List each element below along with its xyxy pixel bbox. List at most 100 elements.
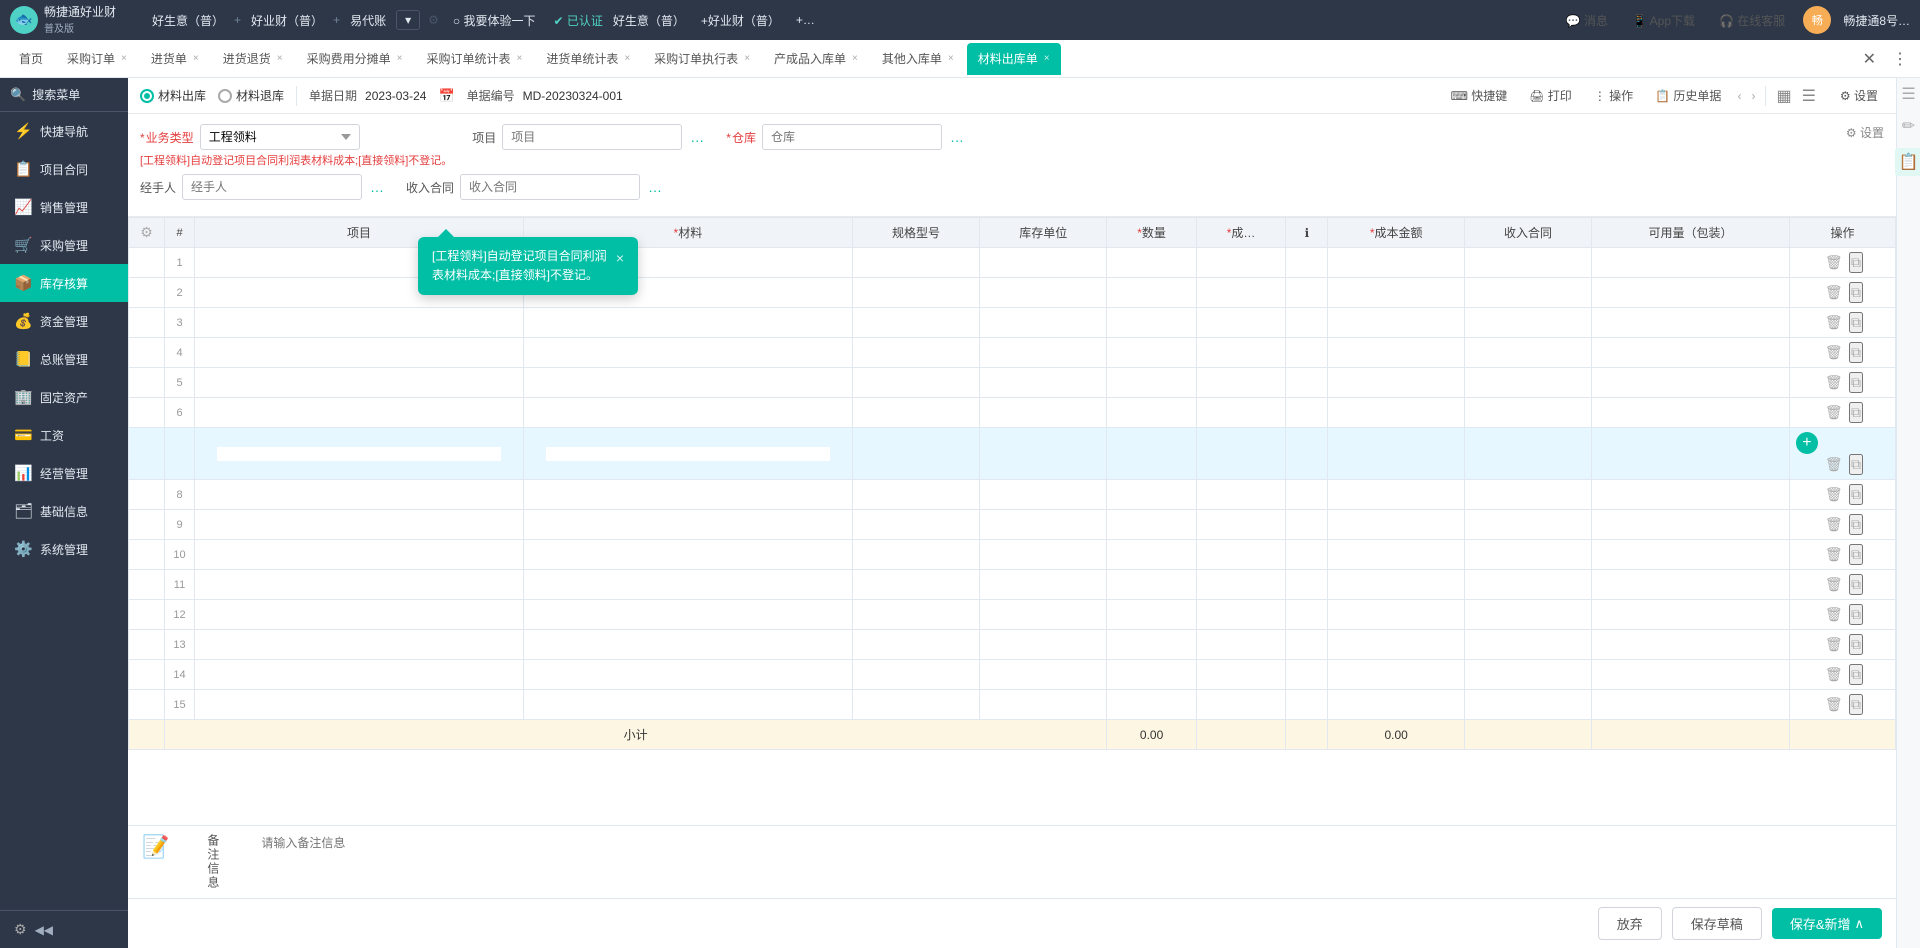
cell-cost-amount-3[interactable] (1328, 308, 1464, 338)
discard-button[interactable]: 放弃 (1598, 907, 1662, 940)
copy-row-btn-6[interactable]: ⧉ (1849, 402, 1863, 423)
project-input[interactable] (502, 124, 682, 150)
right-panel-icon-pencil[interactable]: ✏ (1902, 116, 1915, 136)
nav-message[interactable]: 💬 消息 (1560, 9, 1614, 32)
row7-material-input[interactable] (546, 447, 830, 461)
cell-available-7[interactable] (1592, 428, 1790, 480)
nav-link-more[interactable]: +… (790, 11, 821, 29)
cell-unit-11[interactable] (980, 570, 1107, 600)
sidebar-item-operations[interactable]: 📊 经营管理 (0, 454, 128, 492)
cell-project-12[interactable] (195, 600, 524, 630)
income-contract-ellipsis-btn[interactable]: … (646, 179, 664, 195)
cell-income-contract-1[interactable] (1464, 248, 1591, 278)
cell-cost-amount-1[interactable] (1328, 248, 1464, 278)
cell-cost-14[interactable] (1196, 660, 1285, 690)
nav-link-haoshengyi2[interactable]: 好生意（普） (607, 10, 691, 31)
cell-quantity-13[interactable] (1107, 630, 1196, 660)
cell-spec-1[interactable] (852, 248, 979, 278)
cell-material-3[interactable] (523, 308, 852, 338)
warehouse-input[interactable] (762, 124, 942, 150)
cell-available-15[interactable] (1592, 690, 1790, 720)
cell-project-7[interactable] (195, 428, 524, 480)
tooltip-close-btn[interactable]: × (616, 247, 624, 269)
cell-cost-10[interactable] (1196, 540, 1285, 570)
cell-project-15[interactable] (195, 690, 524, 720)
cell-cost-amount-15[interactable] (1328, 690, 1464, 720)
cell-quantity-4[interactable] (1107, 338, 1196, 368)
cell-cost-amount-2[interactable] (1328, 278, 1464, 308)
nav-prev-btn[interactable]: ‹ (1737, 89, 1741, 103)
cell-available-10[interactable] (1592, 540, 1790, 570)
cell-quantity-3[interactable] (1107, 308, 1196, 338)
tab-close-purchase-order[interactable]: × (121, 53, 127, 64)
notes-input[interactable] (261, 834, 1882, 874)
sidebar-collapse-btn[interactable]: ◀◀ (35, 923, 53, 937)
cell-available-4[interactable] (1592, 338, 1790, 368)
cell-available-13[interactable] (1592, 630, 1790, 660)
delete-row-btn-2[interactable]: 🗑 (1822, 284, 1846, 301)
cell-available-12[interactable] (1592, 600, 1790, 630)
tab-close-purchase-stats[interactable]: × (516, 53, 522, 64)
cell-available-5[interactable] (1592, 368, 1790, 398)
warehouse-ellipsis-btn[interactable]: … (948, 129, 966, 145)
shortcut-key-btn[interactable]: ⌨ 快捷键 (1445, 84, 1514, 107)
cell-cost-12[interactable] (1196, 600, 1285, 630)
settings-btn[interactable]: ⚙ 设置 (1834, 84, 1884, 107)
tab-more-options[interactable]: ⋮ (1888, 49, 1912, 69)
cell-cost-3[interactable] (1196, 308, 1285, 338)
cell-quantity-2[interactable] (1107, 278, 1196, 308)
sidebar-item-finance[interactable]: 💰 资金管理 (0, 302, 128, 340)
cell-available-9[interactable] (1592, 510, 1790, 540)
save-draft-button[interactable]: 保存草稿 (1672, 907, 1762, 940)
cell-cost-amount-13[interactable] (1328, 630, 1464, 660)
delete-row-btn-12[interactable]: 🗑 (1822, 606, 1846, 623)
cell-project-6[interactable] (195, 398, 524, 428)
sidebar-item-sales[interactable]: 📈 销售管理 (0, 188, 128, 226)
handler-ellipsis-btn[interactable]: … (368, 179, 386, 195)
cell-income-contract-13[interactable] (1464, 630, 1591, 660)
cell-quantity-9[interactable] (1107, 510, 1196, 540)
cell-quantity-15[interactable] (1107, 690, 1196, 720)
copy-row-btn-7[interactable]: ⧉ (1849, 454, 1863, 475)
cell-spec-9[interactable] (852, 510, 979, 540)
cell-material-14[interactable] (523, 660, 852, 690)
cell-spec-11[interactable] (852, 570, 979, 600)
sidebar-item-inventory[interactable]: 📦 库存核算 (0, 264, 128, 302)
add-row-btn-7[interactable]: + (1796, 432, 1818, 454)
sidebar-item-project[interactable]: 📋 项目合同 (0, 150, 128, 188)
cell-project-8[interactable] (195, 480, 524, 510)
business-type-select[interactable]: 工程领料 直接领料 (200, 124, 360, 150)
copy-row-btn-2[interactable]: ⧉ (1849, 282, 1863, 303)
nav-link-haoyecai[interactable]: 好业财（普） (245, 10, 329, 31)
delete-row-btn-14[interactable]: 🗑 (1822, 666, 1846, 683)
project-ellipsis-btn[interactable]: … (688, 129, 706, 145)
cell-income-contract-8[interactable] (1464, 480, 1591, 510)
cell-spec-14[interactable] (852, 660, 979, 690)
nav-link-yidaizhang[interactable]: 易代账 (344, 10, 392, 31)
copy-row-btn-15[interactable]: ⧉ (1849, 694, 1863, 715)
tab-purchase-stats[interactable]: 采购订单统计表 × (415, 43, 533, 75)
nav-next-btn[interactable]: › (1751, 89, 1755, 103)
cell-unit-7[interactable] (980, 428, 1107, 480)
delete-row-btn-9[interactable]: 🗑 (1822, 516, 1846, 533)
cell-cost-11[interactable] (1196, 570, 1285, 600)
cell-spec-2[interactable] (852, 278, 979, 308)
cell-cost-amount-8[interactable] (1328, 480, 1464, 510)
tab-close-incoming-stats[interactable]: × (624, 53, 630, 64)
cell-income-contract-12[interactable] (1464, 600, 1591, 630)
save-new-button[interactable]: 保存&新增 ∧ (1772, 908, 1882, 939)
cell-income-contract-3[interactable] (1464, 308, 1591, 338)
cell-income-contract-2[interactable] (1464, 278, 1591, 308)
nav-online-service[interactable]: 🎧 在线客服 (1713, 9, 1791, 32)
cell-income-contract-11[interactable] (1464, 570, 1591, 600)
delete-row-btn-4[interactable]: 🗑 (1822, 344, 1846, 361)
row7-project-input[interactable] (217, 447, 501, 461)
cell-unit-15[interactable] (980, 690, 1107, 720)
cell-available-1[interactable] (1592, 248, 1790, 278)
cell-unit-6[interactable] (980, 398, 1107, 428)
cell-material-12[interactable] (523, 600, 852, 630)
cell-available-2[interactable] (1592, 278, 1790, 308)
handler-input[interactable] (182, 174, 362, 200)
cell-quantity-11[interactable] (1107, 570, 1196, 600)
cell-available-11[interactable] (1592, 570, 1790, 600)
